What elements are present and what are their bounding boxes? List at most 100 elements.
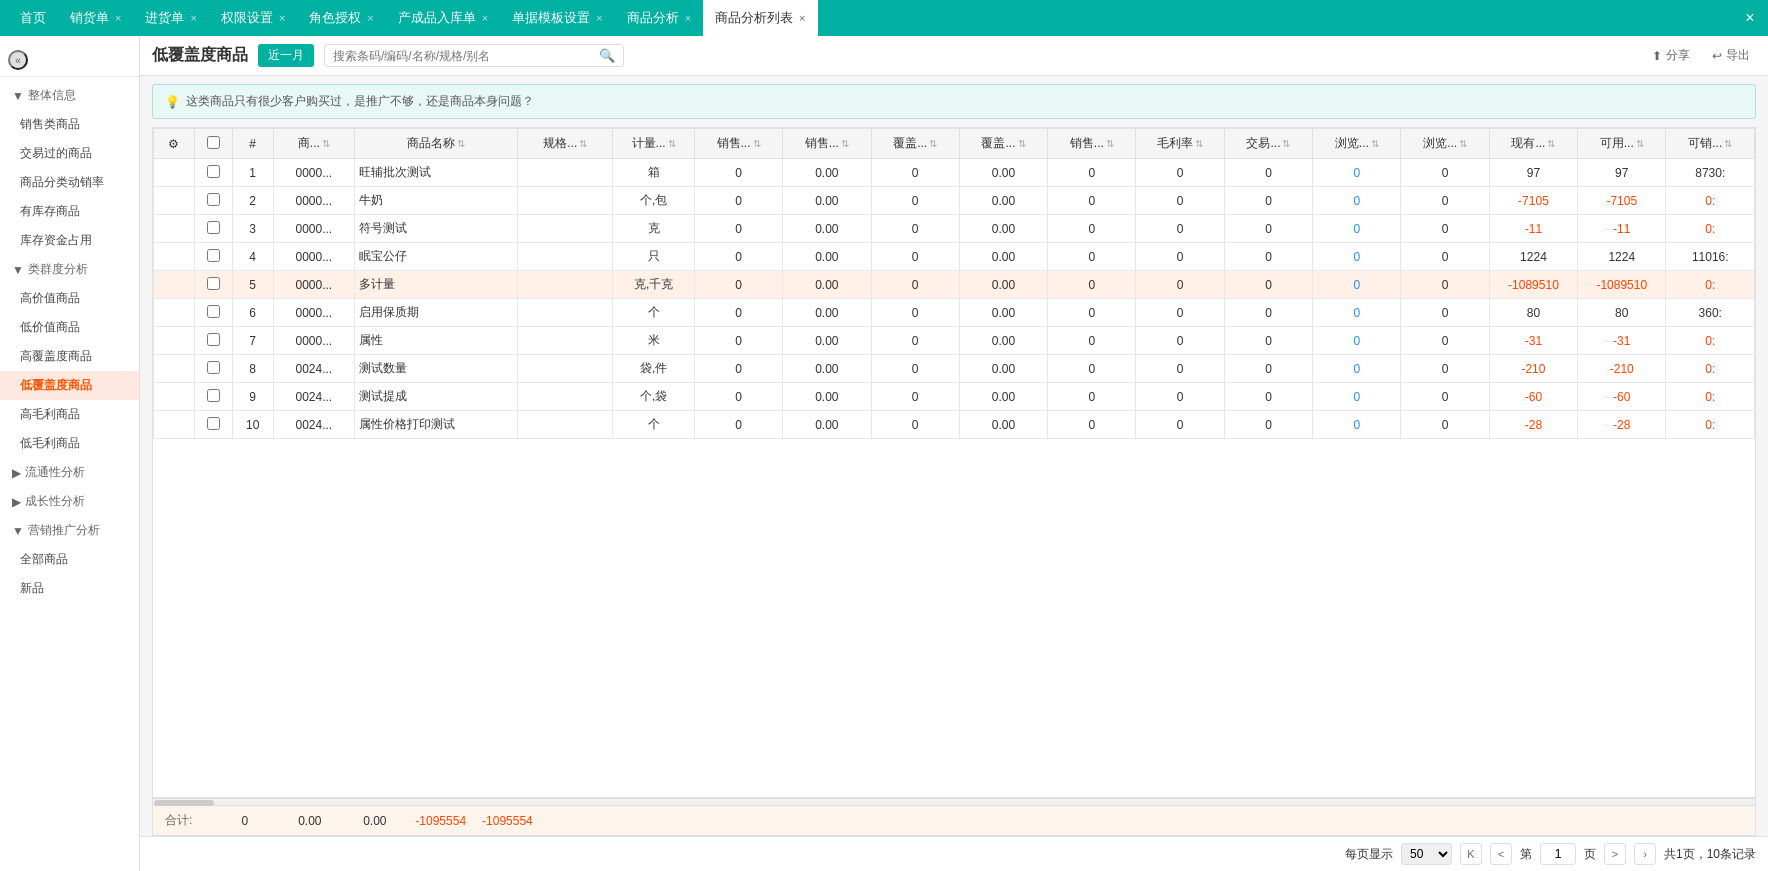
table-cell: 0024... [273,355,355,383]
sidebar-section-cluster[interactable]: ▼ 类群度分析 [0,255,139,284]
close-icon[interactable]: × [596,12,602,24]
sidebar-collapse-button[interactable]: « [8,50,28,70]
row-checkbox[interactable] [207,333,220,346]
sidebar-item-new-goods[interactable]: 新品 [0,574,139,603]
close-icon[interactable]: × [685,12,691,24]
row-checkbox[interactable] [207,165,220,178]
nav-analysis-list[interactable]: 商品分析列表 × [703,0,817,36]
row-checkbox[interactable] [207,361,220,374]
table-cell [518,355,613,383]
browse-link[interactable]: 0 [1353,418,1360,432]
table-cell: 0 [1224,243,1312,271]
sidebar-section-overview[interactable]: ▼ 整体信息 [0,81,139,110]
horizontal-scrollbar[interactable] [152,798,1756,806]
sidebar-item-low-value[interactable]: 低价值商品 [0,313,139,342]
browse-link[interactable]: 0 [1353,194,1360,208]
sidebar-item-traded-goods[interactable]: 交易过的商品 [0,139,139,168]
nav-purchase-order[interactable]: 进货单 × [133,0,208,36]
table-cell: 0 [871,215,959,243]
browse-link[interactable]: 0 [1353,278,1360,292]
sidebar-section-circulation[interactable]: ▶ 流通性分析 [0,458,139,487]
close-all-button[interactable]: × [1740,8,1760,28]
table-header-unit[interactable]: 计量...⇅ [613,129,695,159]
table-cell: 0.00 [783,383,871,411]
table-header-spec[interactable]: 规格...⇅ [518,129,613,159]
sidebar-item-high-margin[interactable]: 高毛利商品 [0,400,139,429]
table-header-name[interactable]: 商品名称⇅ [355,129,518,159]
table-cell: 只 [613,243,695,271]
table-header-sales-amount[interactable]: 销售...⇅ [783,129,871,159]
table-header-trade[interactable]: 交易...⇅ [1224,129,1312,159]
table-header-current[interactable]: 现有...⇅ [1489,129,1577,159]
row-checkbox[interactable] [207,417,220,430]
table-header-checkbox[interactable] [194,129,232,159]
sidebar-item-category-rate[interactable]: 商品分类动销率 [0,168,139,197]
sidebar-item-low-margin[interactable]: 低毛利商品 [0,429,139,458]
nav-template-settings[interactable]: 单据模板设置 × [500,0,614,36]
row-checkbox[interactable] [207,305,220,318]
row-checkbox[interactable] [207,249,220,262]
nav-sales-order[interactable]: 销货单 × [58,0,133,36]
browse-link[interactable]: 0 [1353,334,1360,348]
nav-role-auth[interactable]: 角色授权 × [297,0,385,36]
date-filter-button[interactable]: 近一月 [258,44,314,67]
table-cell: 属性 [355,327,518,355]
next-page-button[interactable]: > [1604,843,1626,865]
row-checkbox[interactable] [207,221,220,234]
table-header-available[interactable]: 可用...⇅ [1578,129,1666,159]
table-header-sales-qty[interactable]: 销售...⇅ [694,129,782,159]
table-cell: 0.00 [783,327,871,355]
row-checkbox[interactable] [207,277,220,290]
browse-link[interactable]: 0 [1353,362,1360,376]
table-header-sales3[interactable]: 销售...⇅ [1048,129,1136,159]
close-icon[interactable]: × [115,12,121,24]
nav-product-analysis[interactable]: 商品分析 × [615,0,703,36]
sidebar-item-stock-capital[interactable]: 库存资金占用 [0,226,139,255]
close-icon[interactable]: × [279,12,285,24]
row-checkbox[interactable] [207,389,220,402]
browse-link[interactable]: 0 [1353,390,1360,404]
sidebar-item-all-goods[interactable]: 全部商品 [0,545,139,574]
browse-link[interactable]: 0 [1353,222,1360,236]
browse-link[interactable]: 0 [1353,166,1360,180]
content-area: 低覆盖度商品 近一月 🔍 ⬆ 分享 ↩ 导出 💡 这类商品只有很少客户购买过，是… [140,36,1768,871]
close-icon[interactable]: × [482,12,488,24]
sidebar-item-low-coverage[interactable]: 低覆盖度商品 [0,371,139,400]
per-page-select[interactable]: 50 100 200 [1401,843,1452,865]
table-header-browse2[interactable]: 浏览...⇅ [1401,129,1489,159]
search-icon[interactable]: 🔍 [599,48,615,63]
export-button[interactable]: ↩ 导出 [1706,44,1756,67]
share-button[interactable]: ⬆ 分享 [1646,44,1696,67]
close-icon[interactable]: × [190,12,196,24]
close-icon[interactable]: × [367,12,373,24]
browse-link[interactable]: 0 [1353,306,1360,320]
table-header-coverage2[interactable]: 覆盖...⇅ [959,129,1047,159]
table-cell: 0 [1224,187,1312,215]
first-page-button[interactable]: K [1460,843,1482,865]
nav-home[interactable]: 首页 [8,0,58,36]
last-page-button[interactable]: › [1634,843,1656,865]
table-header-sellable[interactable]: 可销...⇅ [1666,129,1755,159]
sidebar-item-stock-goods[interactable]: 有库存商品 [0,197,139,226]
prev-page-button[interactable]: < [1490,843,1512,865]
sidebar-item-sales-goods[interactable]: 销售类商品 [0,110,139,139]
table-header-coverage1[interactable]: 覆盖...⇅ [871,129,959,159]
row-checkbox[interactable] [207,193,220,206]
sidebar-section-growth[interactable]: ▶ 成长性分析 [0,487,139,516]
data-table-wrapper[interactable]: ⚙ # 商...⇅ 商品名称⇅ 规格...⇅ [152,127,1756,798]
sidebar-item-high-coverage[interactable]: 高覆盖度商品 [0,342,139,371]
table-header-gross[interactable]: 毛利率⇅ [1136,129,1224,159]
select-all-checkbox[interactable] [207,136,220,149]
page-number-input[interactable] [1540,843,1576,865]
browse-link[interactable]: 0 [1353,250,1360,264]
close-icon[interactable]: × [799,12,805,24]
nav-permissions[interactable]: 权限设置 × [209,0,297,36]
table-cell: 10 [232,411,273,439]
table-header-gear[interactable]: ⚙ [154,129,195,159]
search-input[interactable] [333,49,599,63]
sidebar-section-marketing[interactable]: ▼ 营销推广分析 [0,516,139,545]
sidebar-item-high-value[interactable]: 高价值商品 [0,284,139,313]
table-header-code[interactable]: 商...⇅ [273,129,355,159]
table-header-browse1[interactable]: 浏览...⇅ [1313,129,1401,159]
nav-product-inbound[interactable]: 产成品入库单 × [386,0,500,36]
